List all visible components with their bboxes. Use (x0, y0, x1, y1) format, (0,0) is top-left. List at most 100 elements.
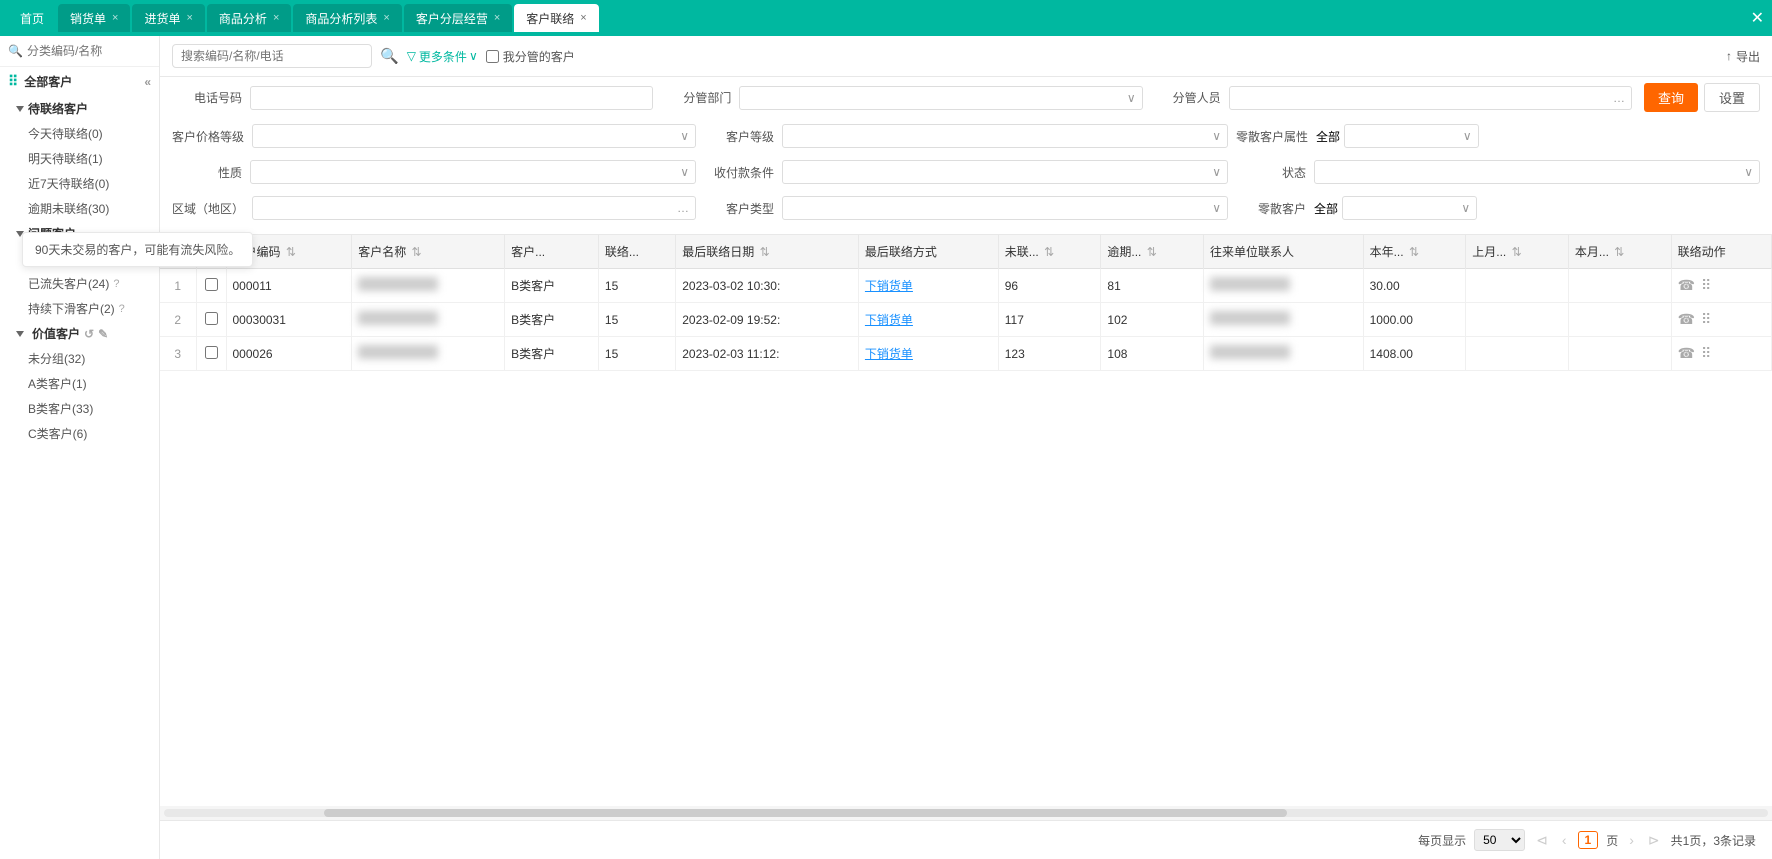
th-this-year[interactable]: 本年... ⇅ (1363, 235, 1466, 269)
filter-label-retail-attr: 零散客户属性 (1236, 128, 1308, 145)
tab-sales[interactable]: 销货单 × (58, 4, 130, 32)
row-method-1[interactable]: 下销货单 (858, 269, 998, 303)
info-icon: ? (113, 278, 119, 290)
contact-icon-2[interactable]: ☎ (1678, 311, 1695, 328)
tab-customer-tier[interactable]: 客户分层经营 × (404, 4, 512, 32)
filter-select-cust-level[interactable]: ∨ (782, 124, 1228, 148)
sidebar-all-customers[interactable]: ⠿ 全部客户 « (0, 67, 159, 96)
sidebar-item-ungrouped[interactable]: 未分组(32) (8, 346, 159, 371)
sidebar-item-already-lost[interactable]: 已流失客户(24) ? (8, 271, 159, 296)
filter-select-retail-customer[interactable]: ∨ (1342, 196, 1477, 220)
row-method-3[interactable]: 下销货单 (858, 337, 998, 371)
th-overdue[interactable]: 逾期... ⇅ (1101, 235, 1204, 269)
tab-analysis-list[interactable]: 商品分析列表 × (293, 4, 401, 32)
filter-field-status: 状态 ∨ (1236, 160, 1760, 184)
filter-select-price[interactable]: ∨ (252, 124, 696, 148)
tab-customer-link-close[interactable]: × (580, 12, 586, 24)
filter-search-input[interactable] (172, 44, 372, 68)
th-last-month[interactable]: 上月... ⇅ (1466, 235, 1569, 269)
edit-icon[interactable]: ✎ (98, 327, 108, 341)
row-checkbox-2[interactable] (205, 312, 218, 325)
more-icon-1[interactable]: ⠿ (1701, 277, 1711, 294)
tab-analysis[interactable]: 商品分析 × (207, 4, 291, 32)
th-settings[interactable]: ⚙ (160, 235, 196, 269)
tab-analysis-list-close[interactable]: × (383, 12, 389, 24)
th-customer-name[interactable]: 客户名称 ⇅ (352, 235, 505, 269)
filter-input-phone[interactable] (250, 86, 653, 110)
sidebar-value-customers-title[interactable]: 价值客户 ↺ ✎ (8, 321, 159, 346)
row-overdue-1: 81 (1101, 269, 1204, 303)
sidebar-item-class-b[interactable]: B类客户(33) (8, 396, 159, 421)
row-checkbox-3[interactable] (205, 346, 218, 359)
prev-page-button[interactable]: ‹ (1559, 832, 1570, 848)
filter-select-payment[interactable]: ∨ (782, 160, 1228, 184)
export-button[interactable]: ↑ 导出 (1726, 48, 1760, 65)
sidebar-item-tomorrow[interactable]: 明天待联络(1) (8, 146, 159, 171)
tab-customer-tier-close[interactable]: × (494, 12, 500, 24)
filter-select-gender[interactable]: ∨ (250, 160, 696, 184)
more-conditions-button[interactable]: ▽ 更多条件 ∨ (407, 48, 478, 65)
my-customers-checkbox-label[interactable]: 我分管的客户 (486, 48, 575, 65)
my-customers-checkbox[interactable] (486, 50, 499, 63)
row-name-2 (352, 303, 505, 337)
row-check-2[interactable] (196, 303, 226, 337)
per-page-select[interactable]: 50 100 (1474, 829, 1525, 851)
horizontal-scrollbar[interactable] (160, 806, 1772, 820)
tab-customer-link[interactable]: 客户联络 × (514, 4, 598, 32)
scroll-thumb[interactable] (324, 809, 1286, 817)
th-unit-contacts[interactable]: 往来单位联系人 (1204, 235, 1364, 269)
th-last-contact-method[interactable]: 最后联络方式 (858, 235, 998, 269)
more-icon-3[interactable]: ⠿ (1701, 345, 1711, 362)
filter-select-cust-type[interactable]: ∨ (782, 196, 1228, 220)
last-page-button[interactable]: ⊳ (1645, 832, 1663, 849)
tab-purchase-close[interactable]: × (186, 12, 192, 24)
contact-icon-3[interactable]: ☎ (1678, 345, 1695, 362)
sidebar-item-declining[interactable]: 持续下滑客户(2) ? (8, 296, 159, 321)
row-check-1[interactable] (196, 269, 226, 303)
row-num-2: 2 (160, 303, 196, 337)
sidebar-item-class-c[interactable]: C类客户(6) (8, 421, 159, 446)
th-checkbox[interactable] (196, 235, 226, 269)
contact-icon-1[interactable]: ☎ (1678, 277, 1695, 294)
more-icon-2[interactable]: ⠿ (1701, 311, 1711, 328)
tab-sales-close[interactable]: × (112, 12, 118, 24)
sort-icon-uncontacted: ⇅ (1044, 245, 1054, 259)
filter-select-region[interactable]: … (252, 196, 696, 220)
th-customer-type[interactable]: 客户... (505, 235, 599, 269)
next-page-button[interactable]: › (1626, 832, 1637, 848)
tab-analysis-close[interactable]: × (273, 12, 279, 24)
th-customer-code[interactable]: 客户编码 ⇅ (226, 235, 352, 269)
sidebar-item-week[interactable]: 近7天待联络(0) (8, 171, 159, 196)
filter-search-button[interactable]: 🔍 (380, 47, 399, 65)
tab-home[interactable]: 首页 (8, 4, 56, 32)
row-last-month-1 (1466, 269, 1569, 303)
sidebar-lost-customers-title[interactable]: 问题客户 (8, 221, 159, 246)
row-num-3: 3 (160, 337, 196, 371)
sidebar-search-input[interactable] (27, 44, 160, 58)
chevron-cust-level-icon: ∨ (1212, 129, 1221, 143)
th-this-month[interactable]: 本月... ⇅ (1568, 235, 1671, 269)
filter-select-manager[interactable]: … (1229, 86, 1632, 110)
select-all-checkbox[interactable] (205, 244, 218, 257)
sidebar-item-today[interactable]: 今天待联络(0) (8, 121, 159, 146)
row-check-3[interactable] (196, 337, 226, 371)
filter-select-dept[interactable]: ∨ (739, 86, 1142, 110)
filter-select-status[interactable]: ∨ (1314, 160, 1760, 184)
row-checkbox-1[interactable] (205, 278, 218, 291)
tab-purchase[interactable]: 进货单 × (132, 4, 204, 32)
settings-button[interactable]: 设置 (1704, 83, 1760, 112)
filter-field-gender: 性质 ∨ (172, 160, 696, 184)
window-close-button[interactable]: ✕ (1751, 8, 1764, 28)
refresh-icon[interactable]: ↺ (84, 327, 94, 341)
th-contact-count[interactable]: 联络... (598, 235, 675, 269)
first-page-button[interactable]: ⊲ (1533, 832, 1551, 849)
row-method-2[interactable]: 下销货单 (858, 303, 998, 337)
sidebar-item-overdue[interactable]: 逾期未联络(30) (8, 196, 159, 221)
sidebar-item-loss-warning[interactable]: 流失预警客户(3) ⚠ (8, 246, 159, 271)
th-last-contact-date[interactable]: 最后联络日期 ⇅ (676, 235, 859, 269)
th-uncontacted[interactable]: 未联... ⇅ (998, 235, 1101, 269)
sidebar-pending-contact-title[interactable]: 待联络客户 (8, 96, 159, 121)
sidebar-item-class-a[interactable]: A类客户(1) (8, 371, 159, 396)
filter-select-retail-attr[interactable]: ∨ (1344, 124, 1479, 148)
query-button[interactable]: 查询 (1644, 83, 1698, 112)
